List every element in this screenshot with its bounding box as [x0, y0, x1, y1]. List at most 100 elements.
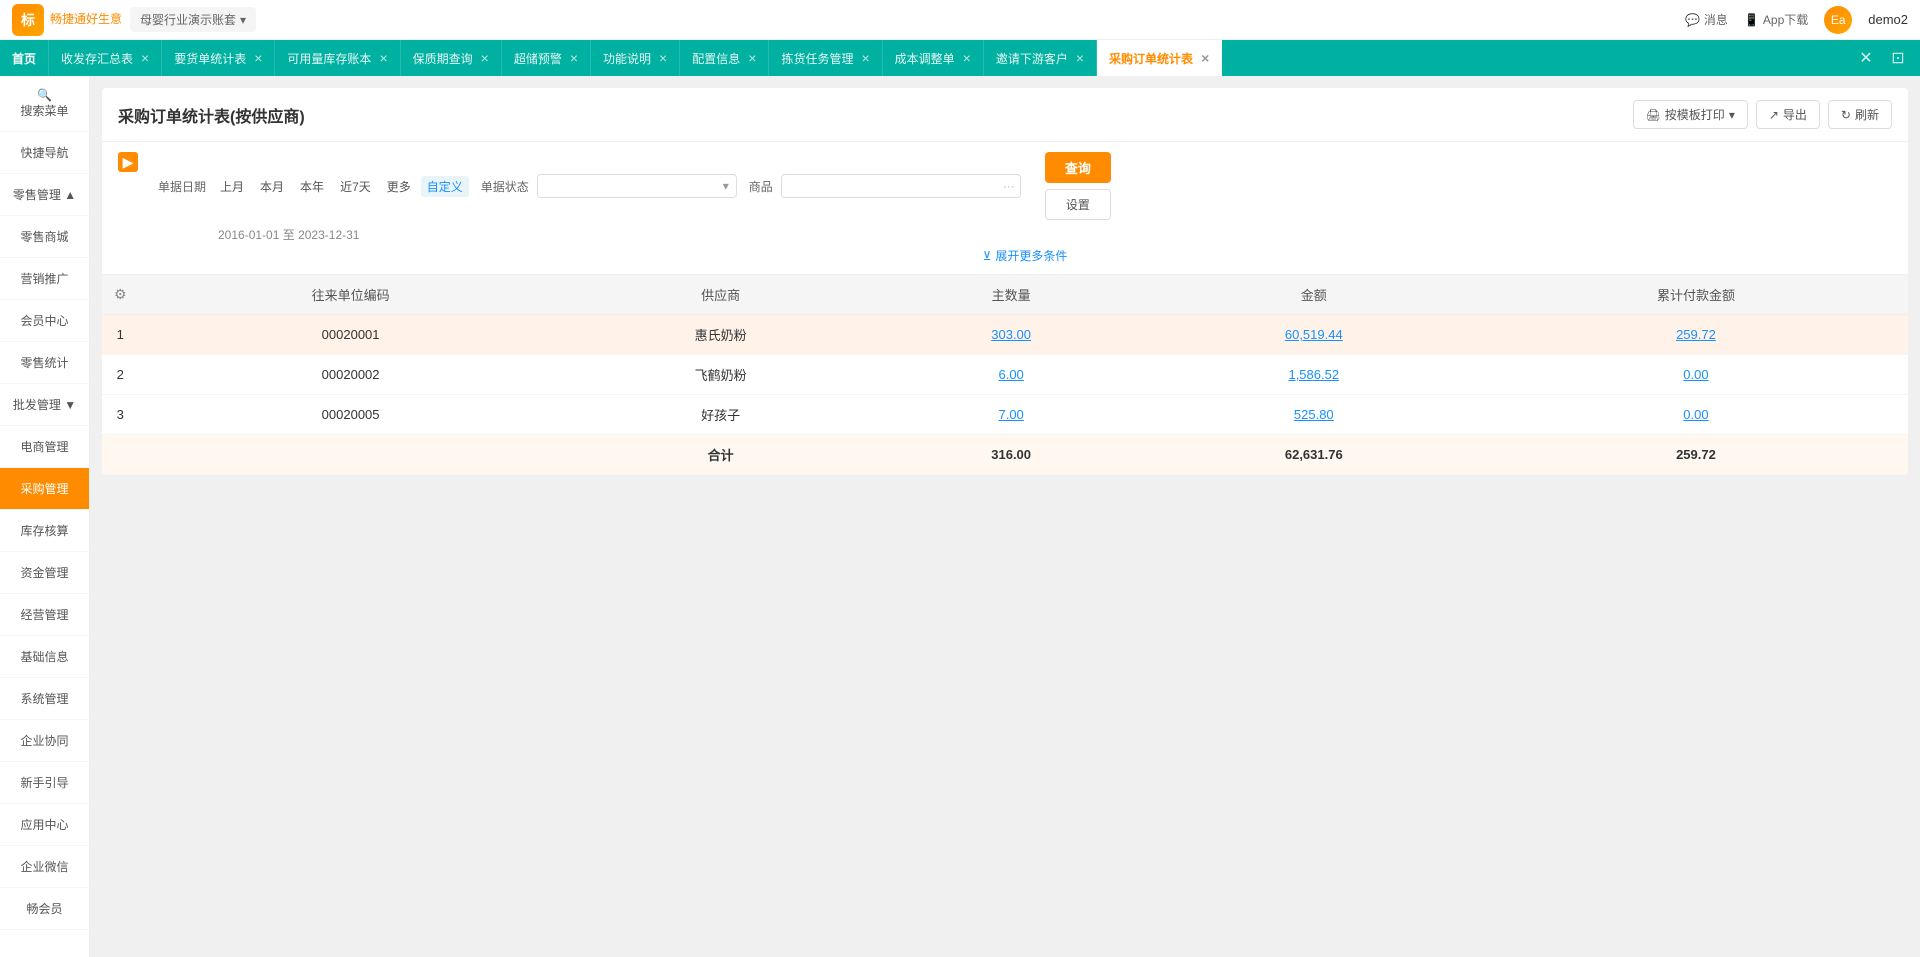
paid-link-1[interactable]: 259.72	[1676, 327, 1716, 342]
sidebar-item-new-guide[interactable]: 新手引导	[0, 762, 89, 804]
page-header: 采购订单统计表(按供应商) 🖨 按模板打印 ▾ ↗ 导出 ↻	[102, 88, 1908, 142]
expand-more-button[interactable]: ⊻ 展开更多条件	[983, 247, 1068, 264]
user-name[interactable]: demo2	[1868, 12, 1908, 27]
tab-purchase-summary-close[interactable]: ×	[1201, 50, 1209, 66]
tab-pick-task[interactable]: 拣货任务管理 ×	[769, 40, 882, 76]
sidebar-item-search[interactable]: 🔍 搜索菜单	[0, 76, 89, 132]
amount-link-3[interactable]: 525.80	[1294, 407, 1334, 422]
tab-receive-summary-close[interactable]: ×	[141, 50, 149, 66]
tab-invite-downstream[interactable]: 邀请下游客户 ×	[984, 40, 1097, 76]
purchase-mgmt-label: 采购管理	[20, 482, 68, 496]
goods-input[interactable]	[781, 174, 1021, 198]
tab-expiry-query[interactable]: 保质期查询 ×	[401, 40, 502, 76]
print-button[interactable]: 🖨 按模板打印 ▾	[1633, 100, 1748, 129]
td-qty-1: 303.00	[879, 315, 1144, 355]
settings-button[interactable]: 设置	[1045, 189, 1111, 220]
paid-link-3[interactable]: 0.00	[1683, 407, 1708, 422]
tab-overstock-warning-close[interactable]: ×	[570, 50, 578, 66]
shortcut-this-year[interactable]: 本年	[294, 176, 330, 197]
tab-config-info-close[interactable]: ×	[748, 50, 756, 66]
sidebar-item-system-mgmt[interactable]: 系统管理	[0, 678, 89, 720]
th-qty: 主数量	[879, 275, 1144, 315]
date-shortcuts: 上月 本月 本年 近7天 更多 自定义	[214, 176, 469, 197]
tab-config-info[interactable]: 配置信息 ×	[680, 40, 769, 76]
tab-goods-summary-close[interactable]: ×	[254, 50, 262, 66]
qty-link-1[interactable]: 303.00	[991, 327, 1031, 342]
tab-pick-task-close[interactable]: ×	[861, 50, 869, 66]
tab-overstock-warning[interactable]: 超储预警 ×	[502, 40, 591, 76]
tab-home[interactable]: 首页	[0, 40, 49, 76]
shortcut-custom[interactable]: 自定义	[421, 176, 469, 197]
message-action[interactable]: 💬 消息	[1685, 11, 1728, 28]
tab-expiry-query-close[interactable]: ×	[481, 50, 489, 66]
refresh-button[interactable]: ↻ 刷新	[1828, 100, 1892, 129]
amount-link-1[interactable]: 60,519.44	[1285, 327, 1343, 342]
page-title: 采购订单统计表(按供应商)	[118, 103, 305, 127]
th-unit-code: 往来单位编码	[139, 275, 563, 315]
status-select[interactable]	[537, 174, 737, 198]
tab-function-desc[interactable]: 功能说明 ×	[591, 40, 680, 76]
gear-settings-icon[interactable]: ⚙	[114, 286, 127, 302]
td-amount-2: 1,586.52	[1144, 355, 1484, 395]
sidebar-item-marketing[interactable]: 营销推广	[0, 258, 89, 300]
sidebar-item-quick-nav[interactable]: 快捷导航	[0, 132, 89, 174]
td-qty-3: 7.00	[879, 395, 1144, 435]
filter-toggle-arrow[interactable]: ▶	[118, 152, 138, 172]
td-unit-code-2: 00020002	[139, 355, 563, 395]
shortcut-last-month[interactable]: 上月	[214, 176, 250, 197]
nav-close-btn[interactable]: ✕	[1854, 46, 1878, 70]
message-label: 消息	[1704, 11, 1728, 28]
tab-inventory-account[interactable]: 可用量库存账本 ×	[275, 40, 400, 76]
shortcut-this-month[interactable]: 本月	[254, 176, 290, 197]
qty-link-2[interactable]: 6.00	[998, 367, 1023, 382]
tab-function-desc-close[interactable]: ×	[659, 50, 667, 66]
nav-extra: ✕ ⊡	[1844, 40, 1920, 76]
query-button[interactable]: 查询	[1045, 152, 1111, 183]
sidebar-item-retail-mall[interactable]: 零售商城	[0, 216, 89, 258]
tab-inventory-account-close[interactable]: ×	[379, 50, 387, 66]
td-paid-1: 259.72	[1484, 315, 1908, 355]
tab-goods-summary[interactable]: 要货单统计表 ×	[162, 40, 275, 76]
th-paid-amount: 累计付款金额	[1484, 275, 1908, 315]
shortcut-7days[interactable]: 近7天	[334, 176, 377, 197]
status-label: 单据状态	[481, 178, 529, 195]
sidebar-item-wholesale-mgmt[interactable]: 批发管理 ▼	[0, 384, 89, 426]
tab-purchase-summary[interactable]: 采购订单统计表 ×	[1097, 40, 1222, 76]
shortcut-more[interactable]: 更多	[381, 176, 417, 197]
sidebar-item-operations-mgmt[interactable]: 经营管理	[0, 594, 89, 636]
paid-link-2[interactable]: 0.00	[1683, 367, 1708, 382]
sidebar-item-member[interactable]: 畅会员	[0, 888, 89, 930]
export-button[interactable]: ↗ 导出	[1756, 100, 1820, 129]
tab-cost-adjust[interactable]: 成本调整单 ×	[883, 40, 984, 76]
td-supplier-2: 飞鹤奶粉	[563, 355, 879, 395]
sidebar-item-finance-mgmt[interactable]: 资金管理	[0, 552, 89, 594]
enterprise-collab-label: 企业协同	[20, 734, 68, 748]
sidebar-item-enterprise-collab[interactable]: 企业协同	[0, 720, 89, 762]
sidebar-item-inventory-check[interactable]: 库存核算	[0, 510, 89, 552]
sidebar-item-basic-info[interactable]: 基础信息	[0, 636, 89, 678]
sidebar-item-enterprise-wechat[interactable]: 企业微信	[0, 846, 89, 888]
app-download-label: App下载	[1763, 11, 1808, 28]
td-no-2: 2	[102, 355, 139, 395]
user-initial: Ea	[1831, 13, 1846, 27]
sidebar-item-app-center[interactable]: 应用中心	[0, 804, 89, 846]
sidebar-item-ecommerce-mgmt[interactable]: 电商管理	[0, 426, 89, 468]
td-qty-2: 6.00	[879, 355, 1144, 395]
goods-more-icon[interactable]: ···	[1003, 179, 1015, 193]
sidebar-item-retail-mgmt[interactable]: 零售管理 ▲	[0, 174, 89, 216]
sidebar-item-member-center[interactable]: 会员中心	[0, 300, 89, 342]
workspace-selector[interactable]: 母婴行业演示账套 ▾	[130, 7, 256, 32]
app-download-action[interactable]: 📱 App下载	[1744, 11, 1808, 28]
table-footer-row: 合计 316.00 62,631.76 259.72	[102, 435, 1908, 475]
tab-receive-summary[interactable]: 收发存汇总表 ×	[49, 40, 162, 76]
tab-invite-downstream-close[interactable]: ×	[1076, 50, 1084, 66]
amount-link-2[interactable]: 1,586.52	[1288, 367, 1339, 382]
expand-label: 展开更多条件	[995, 247, 1067, 264]
sidebar-item-retail-stats[interactable]: 零售统计	[0, 342, 89, 384]
export-label: 导出	[1783, 106, 1807, 123]
user-avatar[interactable]: Ea	[1824, 6, 1852, 34]
nav-expand-btn[interactable]: ⊡	[1886, 46, 1910, 70]
sidebar-item-purchase-mgmt[interactable]: 采购管理	[0, 468, 89, 510]
qty-link-3[interactable]: 7.00	[998, 407, 1023, 422]
tab-cost-adjust-close[interactable]: ×	[963, 50, 971, 66]
